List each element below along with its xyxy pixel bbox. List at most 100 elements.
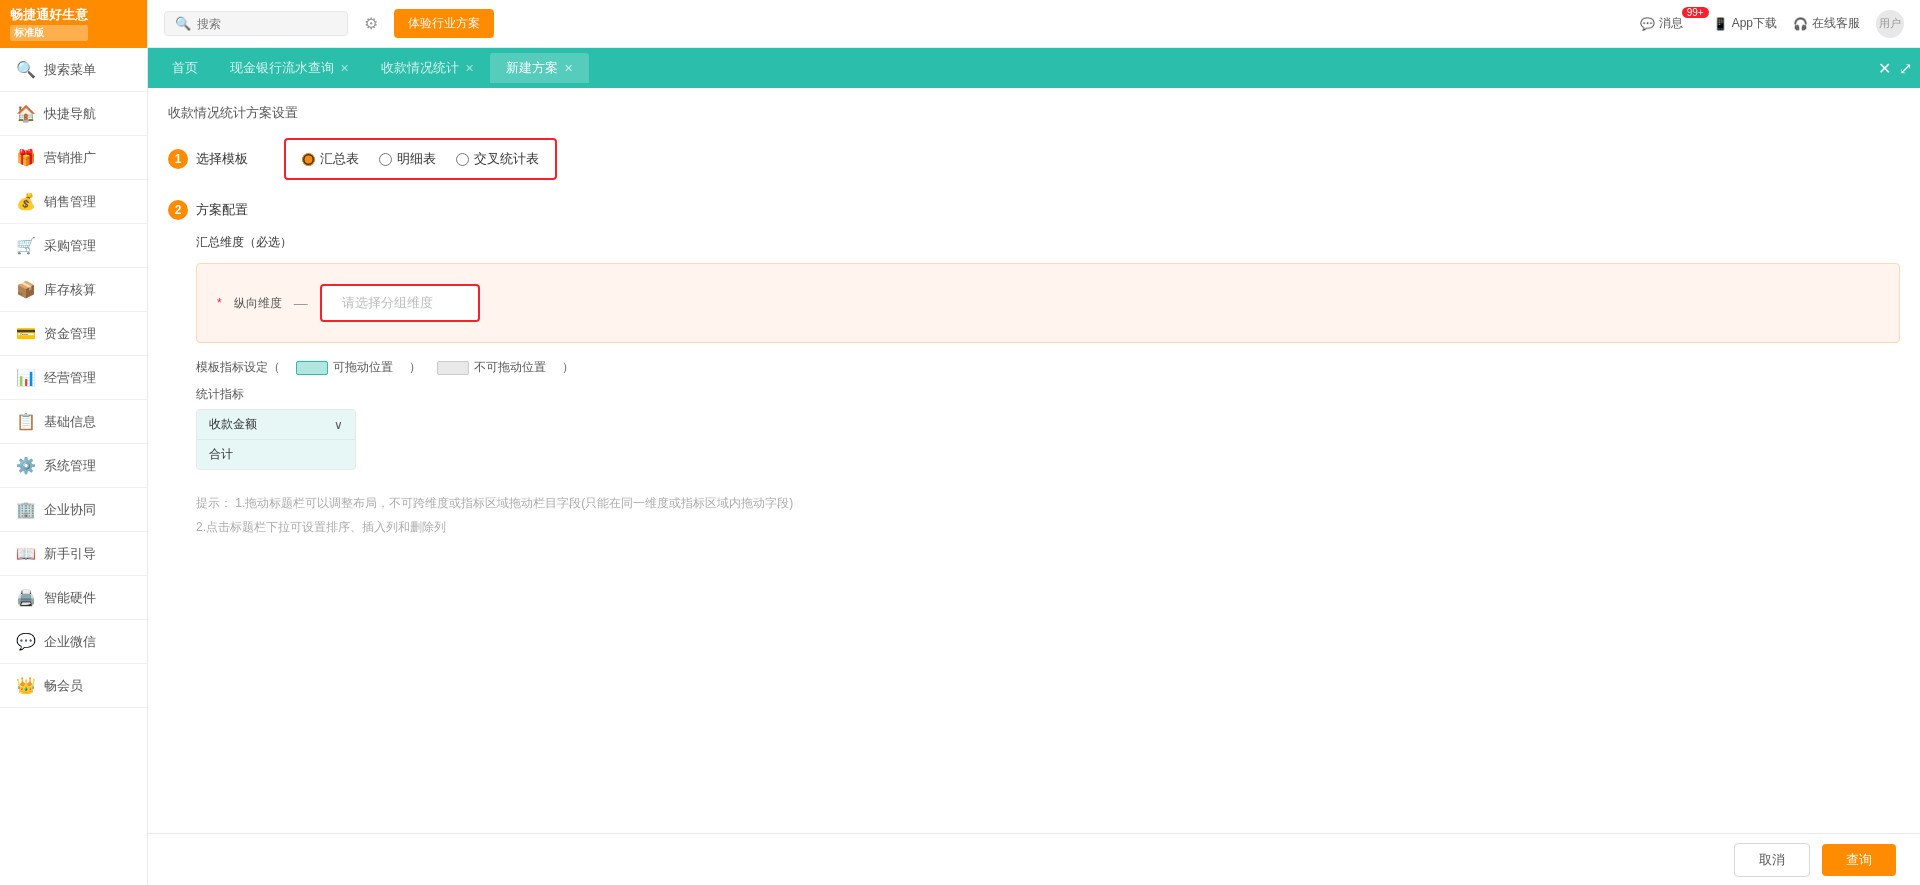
book-icon: 📖: [16, 544, 36, 563]
message-icon: 💬: [1640, 17, 1655, 31]
app-version: 标准版: [10, 25, 88, 41]
draggable-box: [296, 361, 328, 375]
tab-actions: ✕ ⤢: [1878, 59, 1912, 78]
building-icon: 🏢: [16, 500, 36, 519]
section2-number: 2: [168, 200, 188, 220]
card-icon: 💳: [16, 324, 36, 343]
sidebar-item-label: 库存核算: [44, 281, 96, 299]
metrics-settings-end: ）: [562, 359, 574, 376]
support-label: 在线客服: [1812, 15, 1860, 32]
non-draggable-box: [437, 361, 469, 375]
radio-summary[interactable]: 汇总表: [302, 150, 359, 168]
legend-draggable: 可拖动位置: [296, 359, 393, 376]
tab-home-label: 首页: [172, 59, 198, 77]
money-icon: 💰: [16, 192, 36, 211]
dimension-arrow: —: [294, 295, 308, 311]
cart-icon: 🛒: [16, 236, 36, 255]
gift-icon: 🎁: [16, 148, 36, 167]
cancel-button[interactable]: 取消: [1734, 843, 1810, 877]
sidebar-item-label: 企业协同: [44, 501, 96, 519]
section1-label: 选择模板: [196, 150, 248, 168]
sidebar-item-label: 新手引导: [44, 545, 96, 563]
search-input[interactable]: [197, 17, 337, 31]
search-menu-icon: 🔍: [16, 60, 36, 79]
close-new-plan-icon[interactable]: ✕: [564, 62, 573, 75]
radio-cross-input[interactable]: [456, 153, 469, 166]
download-badge[interactable]: 📱 App下载: [1713, 15, 1777, 32]
search-icon: 🔍: [175, 16, 191, 31]
box-icon: 📦: [16, 280, 36, 299]
section1-header: 1 选择模板 汇总表 明细表 交叉统计表: [168, 138, 1900, 180]
tip-1: 提示： 1.拖动标题栏可以调整布局，不可跨维度或指标区域拖动栏目字段(只能在同一…: [196, 493, 1900, 515]
support-icon: 🎧: [1793, 17, 1808, 31]
tab-new-plan[interactable]: 新建方案 ✕: [490, 53, 589, 83]
sidebar-item-label: 经营管理: [44, 369, 96, 387]
trial-button[interactable]: 体验行业方案: [394, 9, 494, 38]
crown-icon: 👑: [16, 676, 36, 695]
section2-header: 2 方案配置: [168, 200, 1900, 220]
topbar-right: 💬 消息 99+ 📱 App下载 🎧 在线客服 用户: [1640, 10, 1904, 38]
radio-summary-input[interactable]: [302, 153, 315, 166]
dimension-row: * 纵向维度 — 请选择分组维度: [217, 284, 1879, 322]
sidebar-item-member[interactable]: 👑 畅会员: [0, 664, 147, 708]
tab-home[interactable]: 首页: [156, 53, 214, 83]
sidebar-item-sales[interactable]: 💰 销售管理: [0, 180, 147, 224]
sidebar-item-label: 营销推广: [44, 149, 96, 167]
metric-header-row: 收款金额 ∨: [197, 410, 355, 440]
sidebar-item-quick-nav[interactable]: 🏠 快捷导航: [0, 92, 147, 136]
legend-draggable-label: 可拖动位置: [333, 359, 393, 376]
radio-cross[interactable]: 交叉统计表: [456, 150, 539, 168]
radio-detail-input[interactable]: [379, 153, 392, 166]
message-label: 消息: [1659, 15, 1683, 32]
tab-receipt-stats-label: 收款情况统计: [381, 59, 459, 77]
sidebar-item-wechat[interactable]: 💬 企业微信: [0, 620, 147, 664]
radio-detail[interactable]: 明细表: [379, 150, 436, 168]
tab-new-plan-label: 新建方案: [506, 59, 558, 77]
sidebar-item-operations[interactable]: 📊 经营管理: [0, 356, 147, 400]
sidebar-item-label: 企业微信: [44, 633, 96, 651]
tips-section: 提示： 1.拖动标题栏可以调整布局，不可跨维度或指标区域拖动栏目字段(只能在同一…: [196, 493, 1900, 538]
search-box[interactable]: 🔍: [164, 11, 348, 36]
sidebar-item-hardware[interactable]: 🖨️ 智能硬件: [0, 576, 147, 620]
message-count: 99+: [1682, 7, 1709, 18]
close-bank-flow-icon[interactable]: ✕: [340, 62, 349, 75]
sidebar-item-label: 采购管理: [44, 237, 96, 255]
tip-2: 2.点击标题栏下拉可设置排序、插入列和删除列: [196, 517, 1900, 539]
sidebar-item-system[interactable]: ⚙️ 系统管理: [0, 444, 147, 488]
section2-label: 方案配置: [196, 201, 248, 219]
settings-icon[interactable]: ⚙: [364, 14, 378, 33]
close-receipt-stats-icon[interactable]: ✕: [465, 62, 474, 75]
minimize-icon[interactable]: ✕: [1878, 59, 1891, 78]
metric-chevron-icon[interactable]: ∨: [334, 418, 343, 432]
tab-bank-flow-label: 现金银行流水查询: [230, 59, 334, 77]
page-content: 收款情况统计方案设置 1 选择模板 汇总表 明细表: [148, 88, 1920, 833]
dimension-selector[interactable]: 请选择分组维度: [320, 284, 480, 322]
message-badge[interactable]: 💬 消息 99+: [1640, 15, 1697, 32]
section1-number: 1: [168, 149, 188, 169]
radio-detail-label: 明细表: [397, 150, 436, 168]
app-logo: 畅捷通好生意 标准版: [0, 0, 147, 48]
sidebar-item-marketing[interactable]: 🎁 营销推广: [0, 136, 147, 180]
tab-bank-flow[interactable]: 现金银行流水查询 ✕: [214, 53, 365, 83]
sidebar-item-finance[interactable]: 💳 资金管理: [0, 312, 147, 356]
tab-receipt-stats[interactable]: 收款情况统计 ✕: [365, 53, 490, 83]
sidebar-item-label: 搜索菜单: [44, 61, 96, 79]
dimension-area: * 纵向维度 — 请选择分组维度: [196, 263, 1900, 343]
clipboard-icon: 📋: [16, 412, 36, 431]
sidebar-item-label: 快捷导航: [44, 105, 96, 123]
sidebar-item-inventory[interactable]: 📦 库存核算: [0, 268, 147, 312]
metrics-section-title: 统计指标: [196, 386, 1900, 403]
legend-non-draggable-label: 不可拖动位置: [474, 359, 546, 376]
user-avatar[interactable]: 用户: [1876, 10, 1904, 38]
dimension-label: 纵向维度: [234, 295, 282, 312]
sidebar-item-search-menu[interactable]: 🔍 搜索菜单: [0, 48, 147, 92]
maximize-icon[interactable]: ⤢: [1899, 59, 1912, 78]
sidebar-item-guide[interactable]: 📖 新手引导: [0, 532, 147, 576]
config-body: 汇总维度（必选） * 纵向维度 — 请选择分组维度 模板指标设定（: [196, 234, 1900, 538]
nav-tabs: 首页 现金银行流水查询 ✕ 收款情况统计 ✕ 新建方案 ✕ ✕ ⤢: [148, 48, 1920, 88]
query-button[interactable]: 查询: [1822, 844, 1896, 876]
sidebar-item-corp[interactable]: 🏢 企业协同: [0, 488, 147, 532]
support-badge[interactable]: 🎧 在线客服: [1793, 15, 1860, 32]
sidebar-item-purchase[interactable]: 🛒 采购管理: [0, 224, 147, 268]
sidebar-item-basic-info[interactable]: 📋 基础信息: [0, 400, 147, 444]
